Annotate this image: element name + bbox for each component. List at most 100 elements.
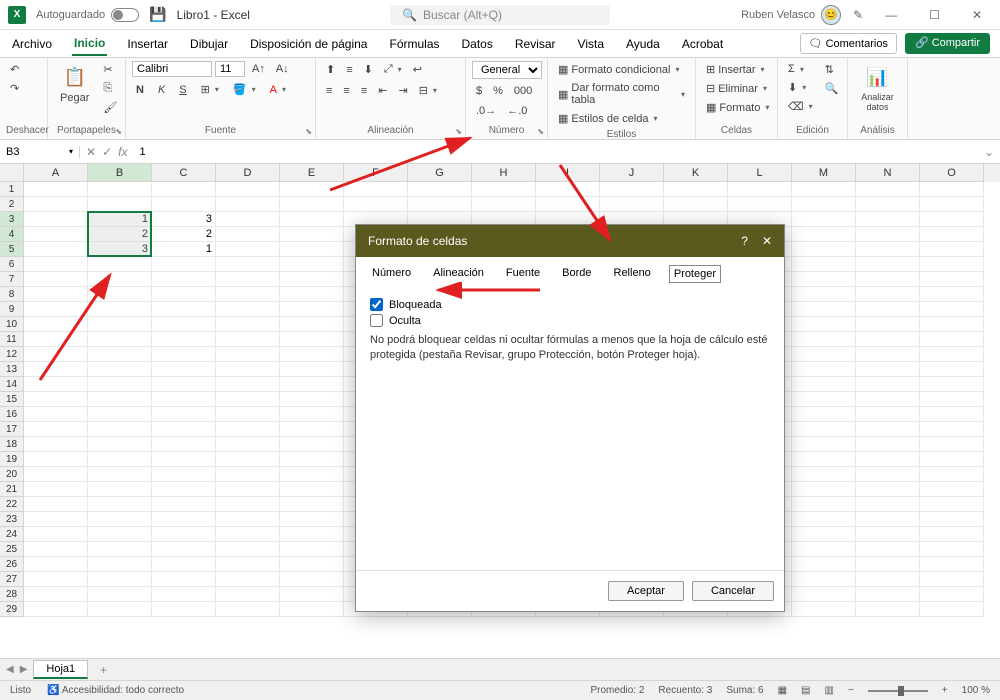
column-header[interactable]: A — [24, 164, 88, 182]
cell[interactable] — [856, 287, 920, 302]
row-header[interactable]: 5 — [0, 242, 24, 257]
cell[interactable] — [856, 302, 920, 317]
row-header[interactable]: 22 — [0, 497, 24, 512]
cell[interactable] — [216, 302, 280, 317]
cell[interactable] — [152, 497, 216, 512]
column-header[interactable]: L — [728, 164, 792, 182]
cell[interactable] — [792, 332, 856, 347]
cell[interactable] — [24, 542, 88, 557]
row-header[interactable]: 18 — [0, 437, 24, 452]
cell[interactable] — [88, 422, 152, 437]
row-header[interactable]: 16 — [0, 407, 24, 422]
cell[interactable] — [856, 272, 920, 287]
decrease-indent-button[interactable]: ⇤ — [374, 82, 391, 99]
cell[interactable] — [216, 467, 280, 482]
cell[interactable] — [152, 392, 216, 407]
zoom-out-button[interactable]: − — [848, 685, 854, 696]
align-right-button[interactable]: ≡ — [357, 82, 371, 99]
cell[interactable] — [792, 272, 856, 287]
cell[interactable] — [216, 377, 280, 392]
row-header[interactable]: 10 — [0, 317, 24, 332]
bold-button[interactable]: N — [132, 81, 148, 98]
view-normal-icon[interactable]: ▦ — [778, 685, 787, 696]
delete-cells-button[interactable]: ⊟ Eliminar — [702, 80, 773, 97]
autosave-toggle[interactable]: Autoguardado — [36, 8, 139, 22]
row-header[interactable]: 6 — [0, 257, 24, 272]
sheet-tab-active[interactable]: Hoja1 — [33, 660, 88, 679]
cell[interactable] — [216, 527, 280, 542]
cell[interactable] — [792, 197, 856, 212]
cell[interactable] — [24, 452, 88, 467]
cell[interactable] — [24, 407, 88, 422]
cell[interactable] — [152, 542, 216, 557]
merge-button[interactable]: ⊟ — [415, 82, 441, 99]
align-bottom-button[interactable]: ⬇ — [360, 61, 377, 78]
cell[interactable] — [920, 332, 984, 347]
dialog-tab-relleno[interactable]: Relleno — [610, 265, 655, 283]
tab-archivo[interactable]: Archivo — [10, 33, 54, 55]
cell[interactable] — [280, 437, 344, 452]
cell[interactable] — [216, 437, 280, 452]
cell[interactable] — [792, 512, 856, 527]
column-header[interactable]: E — [280, 164, 344, 182]
row-header[interactable]: 19 — [0, 452, 24, 467]
cell[interactable] — [216, 257, 280, 272]
cell[interactable] — [280, 242, 344, 257]
cell[interactable] — [280, 197, 344, 212]
tab-vista[interactable]: Vista — [576, 33, 606, 55]
dialog-tab-fuente[interactable]: Fuente — [502, 265, 544, 283]
format-as-table-button[interactable]: ▦ Dar formato como tabla — [554, 80, 689, 108]
row-header[interactable]: 21 — [0, 482, 24, 497]
cell[interactable] — [856, 317, 920, 332]
cell[interactable] — [792, 377, 856, 392]
cell[interactable] — [152, 332, 216, 347]
cell[interactable] — [792, 572, 856, 587]
cell[interactable] — [24, 467, 88, 482]
cell[interactable] — [216, 317, 280, 332]
column-header[interactable]: D — [216, 164, 280, 182]
cell[interactable] — [152, 512, 216, 527]
wrap-text-button[interactable]: ↩ — [409, 61, 426, 78]
row-header[interactable]: 8 — [0, 287, 24, 302]
cell[interactable] — [88, 602, 152, 617]
cell[interactable] — [152, 362, 216, 377]
cell[interactable] — [792, 437, 856, 452]
cell[interactable] — [856, 362, 920, 377]
cell[interactable] — [88, 182, 152, 197]
cell[interactable] — [280, 557, 344, 572]
cell[interactable] — [856, 497, 920, 512]
cell[interactable] — [408, 197, 472, 212]
cell[interactable]: 1 — [152, 242, 216, 257]
cell[interactable] — [792, 227, 856, 242]
cell[interactable] — [88, 362, 152, 377]
row-header[interactable]: 24 — [0, 527, 24, 542]
cell[interactable] — [856, 242, 920, 257]
cell[interactable] — [920, 467, 984, 482]
cell[interactable] — [856, 602, 920, 617]
cell[interactable] — [920, 302, 984, 317]
cell[interactable] — [920, 242, 984, 257]
cell[interactable] — [152, 467, 216, 482]
cell[interactable] — [24, 242, 88, 257]
column-header[interactable]: C — [152, 164, 216, 182]
align-launcher[interactable]: ⬊ — [455, 127, 462, 136]
row-header[interactable]: 29 — [0, 602, 24, 617]
ok-button[interactable]: Aceptar — [608, 581, 684, 601]
cell[interactable] — [216, 422, 280, 437]
cell[interactable] — [216, 407, 280, 422]
cell[interactable] — [792, 182, 856, 197]
cell[interactable] — [280, 347, 344, 362]
cell[interactable] — [536, 182, 600, 197]
cell[interactable] — [792, 542, 856, 557]
cell[interactable] — [88, 572, 152, 587]
cell[interactable] — [152, 317, 216, 332]
view-layout-icon[interactable]: ▤ — [801, 685, 810, 696]
cell[interactable] — [216, 197, 280, 212]
row-header[interactable]: 17 — [0, 422, 24, 437]
cell[interactable] — [216, 557, 280, 572]
column-header[interactable]: I — [536, 164, 600, 182]
cell[interactable] — [280, 302, 344, 317]
decrease-font-button[interactable]: A↓ — [272, 61, 293, 77]
cell[interactable] — [88, 392, 152, 407]
cell[interactable] — [280, 272, 344, 287]
